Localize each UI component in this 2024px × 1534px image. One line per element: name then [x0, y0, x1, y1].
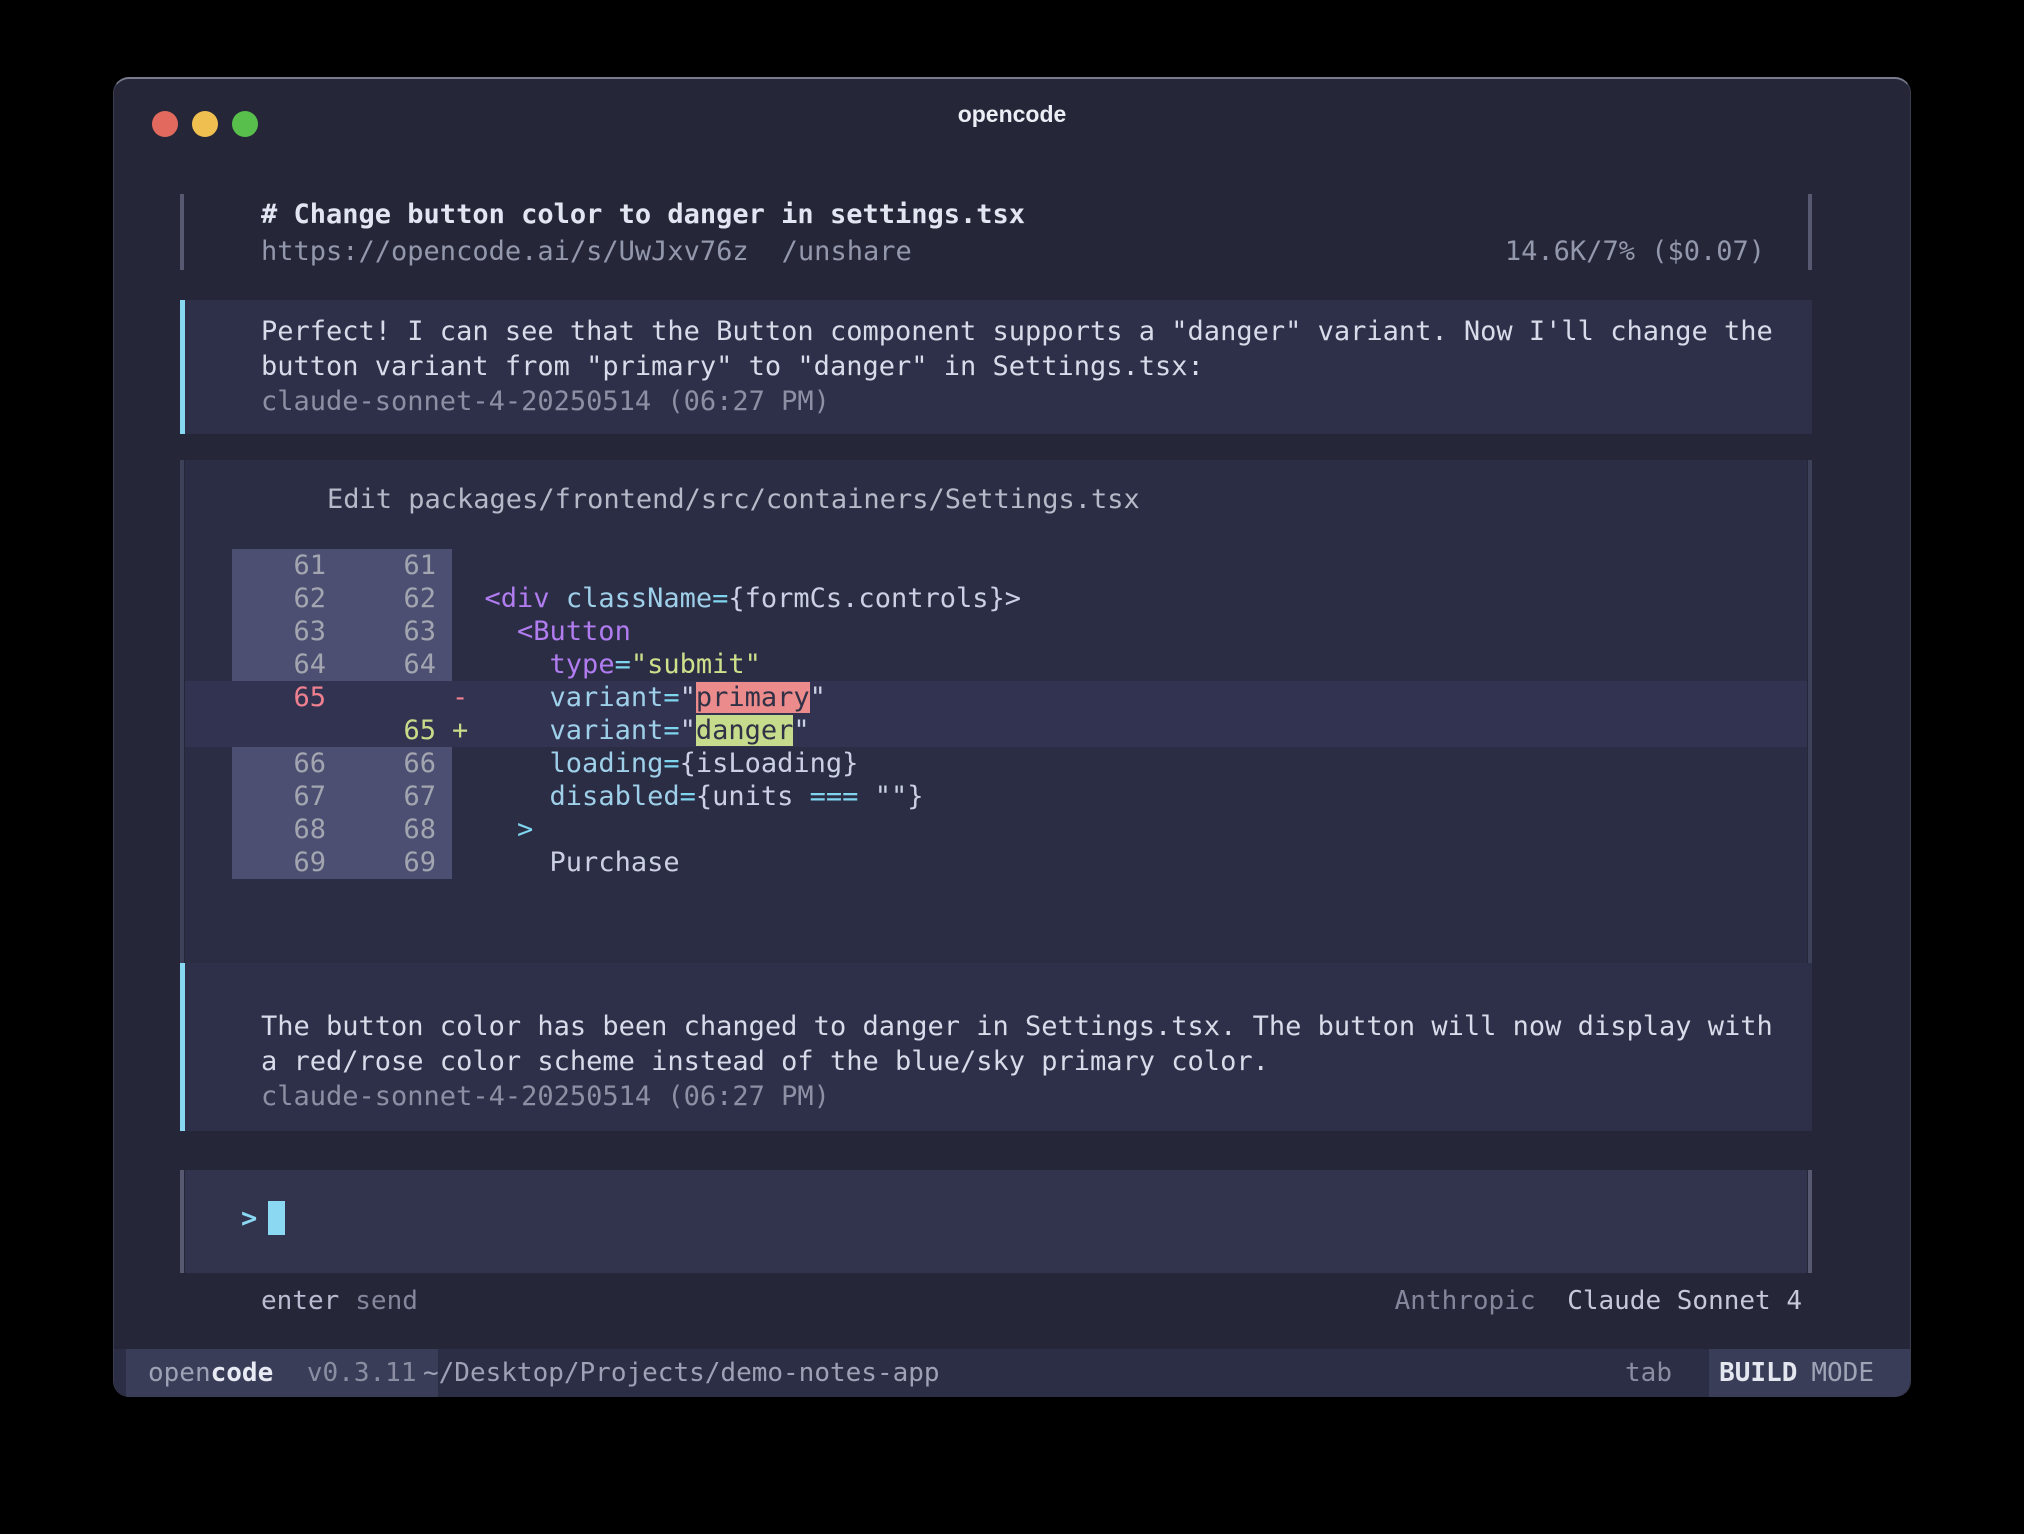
prompt-input[interactable]: >	[180, 1170, 1812, 1273]
diff-left-rule	[180, 460, 184, 981]
prompt-symbol: >	[241, 1203, 257, 1234]
enter-key-hint: enter	[261, 1284, 339, 1319]
old-line-number: 61	[232, 549, 342, 582]
diff-code-line: disabled={units === ""}	[452, 780, 1807, 813]
diff-code-line: loading={isLoading}	[452, 747, 1807, 780]
text-cursor	[268, 1201, 285, 1235]
titlebar[interactable]: opencode	[114, 79, 1910, 143]
diff-code-line: type="submit"	[452, 648, 1807, 681]
diff-row: 65+ variant="danger"	[185, 714, 1807, 747]
hint-row: enter send Anthropic Claude Sonnet 4	[261, 1284, 1802, 1319]
status-bar: opencode v0.3.11 ~/Desktop/Projects/demo…	[114, 1349, 1910, 1397]
model-name: Claude Sonnet 4	[1567, 1286, 1802, 1316]
diff-code-line: - variant="primary"	[452, 681, 1807, 714]
old-line-number: 68	[232, 813, 342, 846]
app-version-badge: opencode v0.3.11	[126, 1349, 438, 1397]
diff-code-line: >	[452, 813, 1807, 846]
new-line-number: 68	[342, 813, 452, 846]
app-name-open: open	[148, 1358, 211, 1388]
context-stats: 14.6K/7% ($0.07)	[1505, 234, 1765, 269]
old-line-number: 62	[232, 582, 342, 615]
app-version: v0.3.11	[307, 1358, 417, 1388]
session-header-right-rule	[1808, 194, 1812, 270]
diff-code-line	[452, 549, 1807, 582]
new-line-number: 63	[342, 615, 452, 648]
input-right-rule	[1808, 1170, 1812, 1273]
new-line-number: 66	[342, 747, 452, 780]
diff-code-line: + variant="danger"	[452, 714, 1807, 747]
message-text-line: a red/rose color scheme instead of the b…	[261, 1044, 1812, 1079]
input-field[interactable]: >	[185, 1170, 1807, 1273]
provider-name: Anthropic	[1395, 1286, 1536, 1316]
old-line-number	[232, 714, 342, 747]
old-line-number: 66	[232, 747, 342, 780]
input-left-rule	[180, 1170, 184, 1273]
message-meta: claude-sonnet-4-20250514 (06:27 PM)	[261, 1079, 1812, 1114]
new-line-number: 64	[342, 648, 452, 681]
session-title: # Change button color to danger in setti…	[261, 197, 1765, 232]
share-url-link[interactable]: https://opencode.ai/s/UwJxv76z	[261, 234, 749, 269]
diff-row: 6464 type="submit"	[185, 648, 1807, 681]
diff-row: 6969 Purchase	[185, 846, 1807, 879]
message-text-line: Perfect! I can see that the Button compo…	[261, 314, 1812, 349]
diff-panel: Edit packages/frontend/src/containers/Se…	[185, 460, 1807, 981]
diff-file-path: Edit packages/frontend/src/containers/Se…	[327, 482, 1140, 517]
mode-rest: MODE	[1811, 1358, 1874, 1388]
old-line-number: 63	[232, 615, 342, 648]
tab-key-hint[interactable]: tab	[1625, 1349, 1672, 1397]
new-line-number: 69	[342, 846, 452, 879]
mode-bold: BUILD	[1719, 1358, 1797, 1388]
new-line-number	[342, 681, 452, 714]
session-header-left-rule	[180, 194, 184, 270]
old-line-number: 67	[232, 780, 342, 813]
diff-row: 6666 loading={isLoading}	[185, 747, 1807, 780]
edit-tool-block: Edit packages/frontend/src/containers/Se…	[180, 460, 1812, 981]
diff-right-rule	[1808, 460, 1812, 981]
old-line-number: 64	[232, 648, 342, 681]
old-line-number: 65	[232, 681, 342, 714]
assistant-message: Perfect! I can see that the Button compo…	[180, 300, 1812, 434]
diff-row: 65 - variant="primary"	[185, 681, 1807, 714]
opencode-window: opencode # Change button color to danger…	[113, 77, 1911, 1397]
message-meta: claude-sonnet-4-20250514 (06:27 PM)	[261, 384, 1812, 419]
diff-code-line: <div className={formCs.controls}>	[452, 582, 1807, 615]
send-action-hint: send	[355, 1284, 418, 1319]
message-text-line: The button color has been changed to dan…	[261, 1009, 1812, 1044]
new-line-number: 62	[342, 582, 452, 615]
new-line-number: 61	[342, 549, 452, 582]
model-info: Anthropic Claude Sonnet 4	[1395, 1284, 1802, 1319]
old-line-number: 69	[232, 846, 342, 879]
app-name-code: code	[211, 1358, 274, 1388]
session-header: # Change button color to danger in setti…	[180, 194, 1812, 270]
mode-badge[interactable]: BUILD MODE	[1709, 1349, 1910, 1397]
diff-row: 6161	[185, 549, 1807, 582]
unshare-link[interactable]: /unshare	[782, 234, 912, 269]
new-line-number: 65	[342, 714, 452, 747]
diff-row: 6868 >	[185, 813, 1807, 846]
message-text-line: button variant from "primary" to "danger…	[261, 349, 1812, 384]
diff-row: 6262 <div className={formCs.controls}>	[185, 582, 1807, 615]
new-line-number: 67	[342, 780, 452, 813]
diff-row: 6767 disabled={units === ""}	[185, 780, 1807, 813]
diff-code-line: <Button	[452, 615, 1807, 648]
cwd-path: ~/Desktop/Projects/demo-notes-app	[423, 1349, 940, 1397]
diff-rows: 61616262 <div className={formCs.controls…	[185, 549, 1807, 879]
diff-code-line: Purchase	[452, 846, 1807, 879]
window-title: opencode	[114, 101, 1910, 128]
assistant-message: The button color has been changed to dan…	[180, 963, 1812, 1131]
diff-row: 6363 <Button	[185, 615, 1807, 648]
